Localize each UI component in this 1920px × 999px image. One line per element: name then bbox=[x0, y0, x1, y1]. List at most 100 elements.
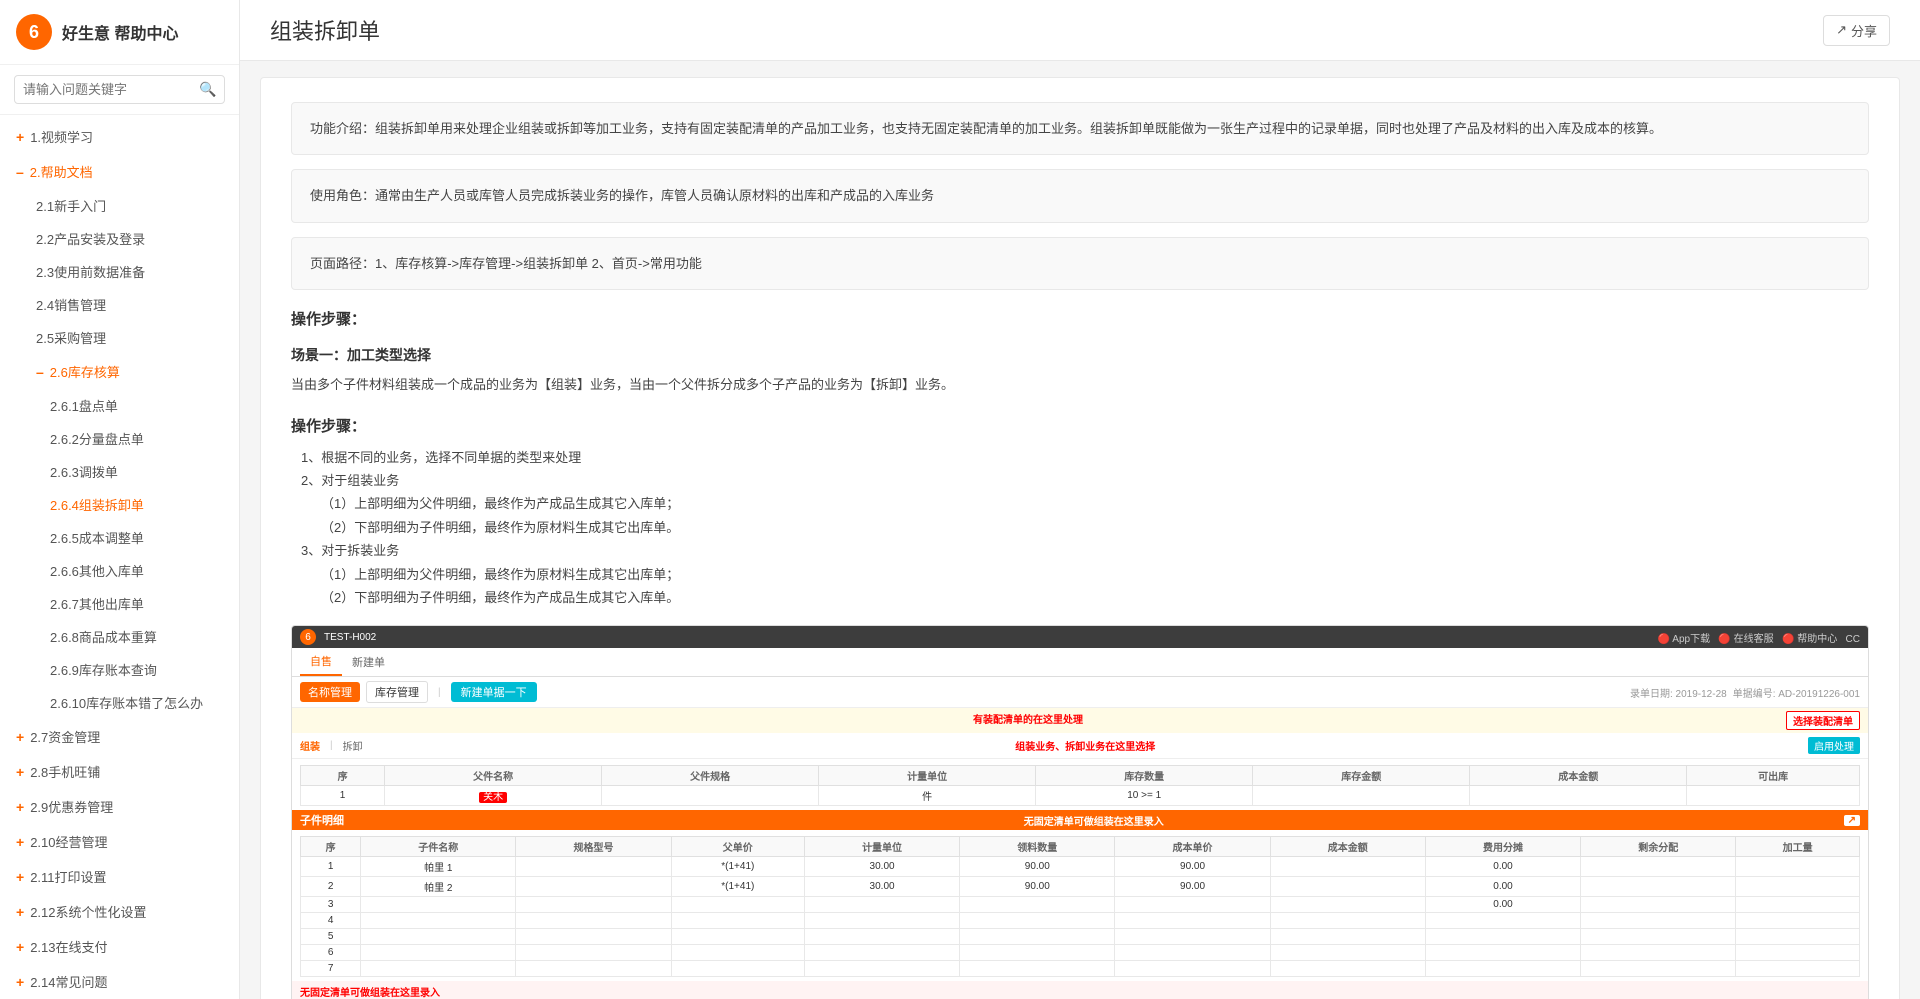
ss-lower-table: 序 子件名称 规格型号 父单价 计量单位 领料数量 成本单价 成本金额 费用分摊… bbox=[292, 830, 1868, 981]
ss-upper-table: 序 父件名称 父件规格 计量单位 库存数量 库存金额 成本金额 可出库 1 bbox=[292, 759, 1868, 810]
search-box: 🔍 bbox=[14, 75, 225, 104]
screenshot-image: 6 TEST-H002 🔴 App下载 🔴 在线客服 🔴 帮助中心 CC 自售 … bbox=[291, 625, 1869, 999]
sidebar-item-operation[interactable]: + 2.10经营管理 bbox=[0, 824, 239, 859]
logo-area: 6 好生意 帮助中心 bbox=[0, 0, 239, 65]
sidebar-item-sales[interactable]: 2.4销售管理 bbox=[0, 288, 239, 321]
ss-table-bottom: 序 子件名称 规格型号 父单价 计量单位 领料数量 成本单价 成本金额 费用分摊… bbox=[300, 836, 1860, 977]
nav-section: + 1.视频学习 – 2.帮助文档 2.1新手入门 2.2产品安装及登录 2.3… bbox=[0, 115, 239, 999]
plus-icon-fin: + bbox=[16, 729, 24, 745]
share-button[interactable]: ↗ 分享 bbox=[1823, 15, 1890, 46]
ss-logo: 6 bbox=[300, 629, 316, 645]
plus-icon-faq: + bbox=[16, 974, 24, 990]
content-body: 功能介绍：组装拆卸单用来处理企业组装或拆卸等加工业务，支持有固定装配清单的产品加… bbox=[260, 77, 1900, 999]
step-3-2: （2）下部明细为子件明细，最终作为产成品生成其它入库单。 bbox=[321, 586, 1869, 609]
sidebar-item-other-out[interactable]: 2.6.7其他出库单 bbox=[0, 587, 239, 620]
info-block-path: 页面路径：1、库存核算->库存管理->组装拆卸单 2、首页->常用功能 bbox=[291, 237, 1869, 290]
search-icon[interactable]: 🔍 bbox=[199, 81, 216, 98]
logo-icon: 6 bbox=[16, 14, 52, 50]
step-2: 2、对于组装业务 bbox=[301, 469, 1869, 492]
share-icon: ↗ bbox=[1836, 22, 1847, 38]
ss-toolbar-row: 名称管理 库存管理 | 新建单据一下 录单日期: 2019-12-28 单据编号… bbox=[292, 677, 1868, 708]
main-header: 组装拆卸单 ↗ 分享 bbox=[240, 0, 1920, 61]
sidebar-item-print[interactable]: + 2.11打印设置 bbox=[0, 859, 239, 894]
plus-icon-mob: + bbox=[16, 764, 24, 780]
plus-icon-op: + bbox=[16, 834, 24, 850]
sidebar-item-cost-adj[interactable]: 2.6.5成本调整单 bbox=[0, 521, 239, 554]
page-title: 组装拆卸单 bbox=[270, 14, 380, 46]
ss-disassembly-label: 拆卸 bbox=[343, 738, 363, 753]
info-block-role: 使用角色：通常由生产人员或库管人员完成拆装业务的操作，库管人员确认原材料的出库和… bbox=[291, 169, 1869, 222]
plus-icon: + bbox=[16, 129, 24, 145]
sidebar-item-finance[interactable]: + 2.7资金管理 bbox=[0, 719, 239, 754]
sidebar-item-faq[interactable]: + 2.14常见问题 bbox=[0, 964, 239, 999]
sidebar-item-inventory[interactable]: – 2.6库存核算 bbox=[0, 354, 239, 389]
sidebar-item-split-stocktake[interactable]: 2.6.2分量盘点单 bbox=[0, 422, 239, 455]
table-row: 5 bbox=[301, 929, 1860, 945]
table-row: 3 0.00 bbox=[301, 897, 1860, 913]
sidebar: 6 好生意 帮助中心 🔍 + 1.视频学习 – 2.帮助文档 2.1新手入门 2… bbox=[0, 0, 240, 999]
sidebar-item-video[interactable]: + 1.视频学习 bbox=[0, 119, 239, 154]
ss-btn-new: 新建单据一下 bbox=[451, 682, 537, 702]
ss-form-date: 录单日期: 2019-12-28 bbox=[1630, 685, 1727, 700]
annotation2: 选择装配清单 bbox=[1786, 711, 1860, 730]
scene1-desc: 当由多个子件材料组装成一个成品的业务为【组装】业务，当由一个父件拆分成多个子产品… bbox=[291, 373, 1869, 396]
sidebar-item-cost-recalc[interactable]: 2.6.8商品成本重算 bbox=[0, 620, 239, 653]
sidebar-item-label: 2.帮助文档 bbox=[30, 162, 93, 181]
annotation5: 无固定清单可做组装在这里录入 bbox=[1024, 813, 1164, 828]
sidebar-item-custom[interactable]: + 2.12系统个性化设置 bbox=[0, 894, 239, 929]
sidebar-item-payment[interactable]: + 2.13在线支付 bbox=[0, 929, 239, 964]
plus-icon-cust: + bbox=[16, 904, 24, 920]
plus-icon-pr: + bbox=[16, 869, 24, 885]
logo-text: 好生意 帮助中心 bbox=[62, 20, 178, 44]
sidebar-item-newbie[interactable]: 2.1新手入门 bbox=[0, 189, 239, 222]
ss-form-num: 单据编号: AD-20191226-001 bbox=[1733, 685, 1860, 700]
annotation3: 组装业务、拆卸业务在这里选择 bbox=[373, 738, 1798, 753]
sidebar-item-assembly[interactable]: 2.6.4组装拆卸单 bbox=[0, 488, 239, 521]
ss-btn-type: 库存管理 bbox=[366, 681, 428, 703]
step-2-1: （1）上部明细为父件明细，最终作为产成品生成其它入库单； bbox=[321, 492, 1869, 515]
table-row: 6 bbox=[301, 945, 1860, 961]
sidebar-item-dataprep[interactable]: 2.3使用前数据准备 bbox=[0, 255, 239, 288]
sidebar-item-coupon[interactable]: + 2.9优惠券管理 bbox=[0, 789, 239, 824]
info-block-func: 功能介绍：组装拆卸单用来处理企业组装或拆卸等加工业务，支持有固定装配清单的产品加… bbox=[291, 102, 1869, 155]
sidebar-item-stocktake[interactable]: 2.6.1盘点单 bbox=[0, 389, 239, 422]
table-row: 4 bbox=[301, 913, 1860, 929]
sidebar-item-stock-ledger[interactable]: 2.6.9库存账本查询 bbox=[0, 653, 239, 686]
annotation4: 启用处理 bbox=[1808, 737, 1860, 754]
table-row: 1 关木 件 10 >= 1 bbox=[301, 786, 1860, 806]
step-3: 3、对于拆装业务 bbox=[301, 539, 1869, 562]
table-row: 2 帕里 2 *(1+41) 30.00 90.00 90.00 0.00 bbox=[301, 877, 1860, 897]
main-content: 组装拆卸单 ↗ 分享 功能介绍：组装拆卸单用来处理企业组装或拆卸等加工业务，支持… bbox=[240, 0, 1920, 999]
ss-top-bar: 6 TEST-H002 🔴 App下载 🔴 在线客服 🔴 帮助中心 CC bbox=[292, 626, 1868, 648]
minus-icon-inv: – bbox=[36, 364, 44, 380]
sidebar-item-mobile[interactable]: + 2.8手机旺铺 bbox=[0, 754, 239, 789]
ss-annotation-row: 有装配清单的在这里处理 选择装配清单 bbox=[292, 708, 1868, 733]
ss-table-top: 序 父件名称 父件规格 计量单位 库存数量 库存金额 成本金额 可出库 1 bbox=[300, 765, 1860, 806]
plus-icon-pay: + bbox=[16, 939, 24, 955]
ss-tab-new: 新建单 bbox=[342, 649, 395, 675]
minus-icon: – bbox=[16, 164, 24, 180]
sidebar-item-docs[interactable]: – 2.帮助文档 bbox=[0, 154, 239, 189]
step-1: 1、根据不同的业务，选择不同单据的类型来处理 bbox=[301, 446, 1869, 469]
table-row: 7 bbox=[301, 961, 1860, 977]
ops-steps-title: 操作步骤： bbox=[291, 415, 1869, 436]
ss-type-row: 组装 | 拆卸 组装业务、拆卸业务在这里选择 启用处理 bbox=[292, 733, 1868, 759]
ss-annotation-bottom: 无固定清单可做组装在这里录入 bbox=[292, 981, 1868, 999]
step-3-1: （1）上部明细为父件明细，最终作为原材料生成其它出库单； bbox=[321, 563, 1869, 586]
ss-btn-add: 名称管理 bbox=[300, 682, 360, 702]
sidebar-item-purchase[interactable]: 2.5采购管理 bbox=[0, 321, 239, 354]
annotation1: 有装配清单的在这里处理 bbox=[300, 711, 1756, 730]
table-row: 1 帕里 1 *(1+41) 30.00 90.00 90.00 0.00 bbox=[301, 857, 1860, 877]
ss-tab-row: 自售 新建单 bbox=[292, 648, 1868, 677]
scene1-title: 场景一：加工类型选择 bbox=[291, 345, 1869, 365]
sidebar-item-label: 1.视频学习 bbox=[30, 127, 93, 146]
sidebar-item-stock-fix[interactable]: 2.6.10库存账本错了怎么办 bbox=[0, 686, 239, 719]
search-input[interactable] bbox=[23, 82, 199, 97]
ss-app-icons: 🔴 App下载 🔴 在线客服 🔴 帮助中心 CC bbox=[1658, 630, 1860, 645]
search-area: 🔍 bbox=[0, 65, 239, 115]
ops-title: 操作步骤： bbox=[291, 308, 1869, 329]
sidebar-item-install[interactable]: 2.2产品安装及登录 bbox=[0, 222, 239, 255]
sidebar-item-transfer[interactable]: 2.6.3调拨单 bbox=[0, 455, 239, 488]
sidebar-item-other-in[interactable]: 2.6.6其他入库单 bbox=[0, 554, 239, 587]
plus-icon-coup: + bbox=[16, 799, 24, 815]
